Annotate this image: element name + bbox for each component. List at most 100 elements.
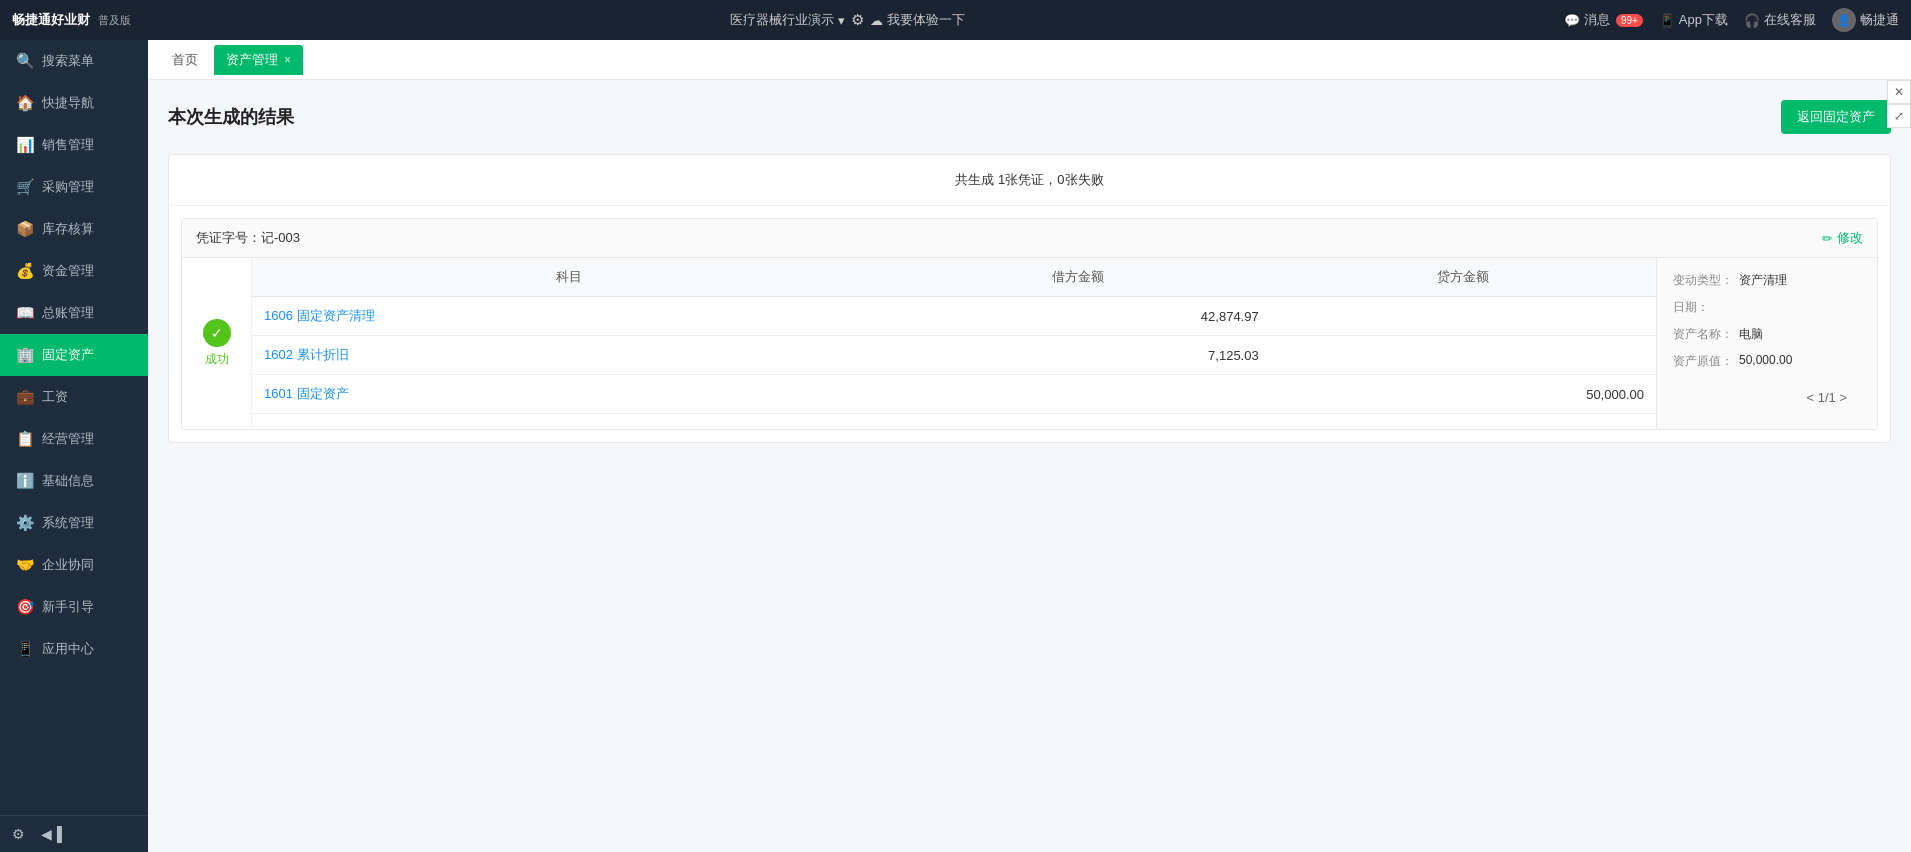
row3-debit (885, 375, 1270, 414)
sidebar-item-operations[interactable]: 📋 经营管理 (0, 418, 148, 460)
tab-assets[interactable]: 资产管理 × (214, 45, 303, 75)
sidebar-label-payroll: 工资 (42, 388, 68, 406)
sidebar-item-search[interactable]: 🔍 搜索菜单 (0, 40, 148, 82)
result-summary: 共生成 1张凭证，0张失败 (169, 155, 1890, 206)
messages-button[interactable]: 💬 消息 99+ (1564, 11, 1643, 29)
voucher-table: 科目 借方金额 贷方金额 1606 固定资产清理 42,874. (252, 258, 1657, 429)
voucher-section: 凭证字号：记-003 ✏ 修改 ✓ (181, 218, 1878, 430)
sidebar-item-payroll[interactable]: 💼 工资 (0, 376, 148, 418)
tab-close-icon[interactable]: × (284, 53, 291, 67)
table-row: 1601 固定资产 50,000.00 (252, 375, 1656, 414)
basic-info-icon: ℹ️ (16, 472, 34, 490)
tab-home-label: 首页 (172, 52, 198, 67)
messages-badge: 99+ (1616, 14, 1643, 27)
page-content: 本次生成的结果 返回固定资产 共生成 1张凭证，0张失败 凭证字号：记-003 … (148, 80, 1911, 852)
row3-subject: 1601 固定资产 (252, 375, 885, 414)
main-layout: 🔍 搜索菜单 🏠 快捷导航 📊 销售管理 🛒 采购管理 📦 库存核算 💰 资金管… (0, 40, 1911, 852)
close-panel-button[interactable]: ✕ (1887, 80, 1911, 104)
expand-panel-button[interactable]: ⤢ (1887, 104, 1911, 128)
bottom-settings-icon[interactable]: ⚙ (12, 826, 25, 842)
trial-icon: ☁ (870, 13, 883, 28)
app-download-label: App下载 (1679, 11, 1728, 29)
detail-change-type: 变动类型： 资产清理 (1673, 272, 1861, 289)
sidebar-label-operations: 经营管理 (42, 430, 94, 448)
success-text: 成功 (205, 351, 229, 368)
fund-icon: 💰 (16, 262, 34, 280)
col-debit: 借方金额 (885, 258, 1270, 297)
asset-original-label: 资产原值： (1673, 353, 1733, 370)
voucher-detail: 变动类型： 资产清理 日期： 资产名称： 电脑 (1657, 258, 1877, 429)
inventory-icon: 📦 (16, 220, 34, 238)
sidebar-label-quick-nav: 快捷导航 (42, 94, 94, 112)
sidebar-label-fund: 资金管理 (42, 262, 94, 280)
company-selector[interactable]: 医疗器械行业演示 ▾ (730, 11, 845, 29)
sidebar-item-purchase[interactable]: 🛒 采购管理 (0, 166, 148, 208)
settings-icon[interactable]: ⚙ (851, 11, 864, 29)
return-button[interactable]: 返回固定资产 (1781, 100, 1891, 134)
asset-original-value: 50,000.00 (1739, 353, 1792, 370)
content-area: 首页 资产管理 × 本次生成的结果 返回固定资产 共生成 1张凭证，0张失败 (148, 40, 1911, 852)
prev-page-icon[interactable]: < (1807, 390, 1815, 405)
sidebar-item-basic-info[interactable]: ℹ️ 基础信息 (0, 460, 148, 502)
detail-asset-original: 资产原值： 50,000.00 (1673, 353, 1861, 370)
ledger-icon: 📖 (16, 304, 34, 322)
sidebar-item-fund[interactable]: 💰 资金管理 (0, 250, 148, 292)
voucher-number: 凭证字号：记-003 (196, 229, 300, 247)
tab-home[interactable]: 首页 (164, 51, 206, 69)
result-panel: 共生成 1张凭证，0张失败 凭证字号：记-003 ✏ 修改 (168, 154, 1891, 443)
change-type-label: 变动类型： (1673, 272, 1733, 289)
asset-name-value: 电脑 (1739, 326, 1763, 343)
asset-name-label: 资产名称： (1673, 326, 1733, 343)
avatar: 👤 (1832, 8, 1856, 32)
page-info: 1/1 (1818, 390, 1840, 405)
enterprise-icon: 🤝 (16, 556, 34, 574)
date-label: 日期： (1673, 299, 1709, 316)
guide-icon: 🎯 (16, 598, 34, 616)
success-icon: ✓ (203, 319, 231, 347)
app-download-button[interactable]: 📱 App下载 (1659, 11, 1728, 29)
row2-subject: 1602 累计折旧 (252, 336, 885, 375)
trial-button[interactable]: ☁ 我要体验一下 (870, 11, 965, 29)
next-page-icon[interactable]: > (1839, 390, 1847, 405)
search-icon: 🔍 (16, 52, 34, 70)
app-center-icon: 📱 (16, 640, 34, 658)
user-area[interactable]: 👤 畅捷通 (1832, 8, 1899, 32)
customer-service-icon: 🎧 (1744, 13, 1760, 28)
sidebar-bottom: ⚙ ◀▐ (0, 815, 148, 852)
logo-area: 畅捷通好业财 普及版 (12, 11, 131, 29)
sidebar-item-app-center[interactable]: 📱 应用中心 (0, 628, 148, 670)
app-download-icon: 📱 (1659, 13, 1675, 28)
detail-pagination: < 1/1 > (1673, 380, 1861, 415)
edit-button[interactable]: ✏ 修改 (1822, 229, 1863, 247)
sidebar-item-ledger[interactable]: 📖 总账管理 (0, 292, 148, 334)
col-subject: 科目 (252, 258, 885, 297)
sidebar-item-quick-nav[interactable]: 🏠 快捷导航 (0, 82, 148, 124)
sidebar-item-system[interactable]: ⚙️ 系统管理 (0, 502, 148, 544)
fixed-assets-icon: 🏢 (16, 346, 34, 364)
voucher-body: ✓ 成功 科目 借方金额 (182, 258, 1877, 429)
table-area: ✓ 成功 科目 借方金额 (182, 258, 1657, 429)
app-logo: 畅捷通好业财 (12, 11, 90, 29)
user-label: 畅捷通 (1860, 11, 1899, 29)
page-title-row: 本次生成的结果 返回固定资产 (168, 100, 1891, 134)
tab-assets-label: 资产管理 (226, 51, 278, 69)
sidebar-label-fixed-assets: 固定资产 (42, 346, 94, 364)
sidebar-item-sales[interactable]: 📊 销售管理 (0, 124, 148, 166)
purchase-icon: 🛒 (16, 178, 34, 196)
sidebar-label-guide: 新手引导 (42, 598, 94, 616)
sidebar-item-inventory[interactable]: 📦 库存核算 (0, 208, 148, 250)
sidebar-label-app-center: 应用中心 (42, 640, 94, 658)
voucher-header: 凭证字号：记-003 ✏ 修改 (182, 219, 1877, 258)
sidebar: 🔍 搜索菜单 🏠 快捷导航 📊 销售管理 🛒 采购管理 📦 库存核算 💰 资金管… (0, 40, 148, 852)
sidebar-item-guide[interactable]: 🎯 新手引导 (0, 586, 148, 628)
customer-service-button[interactable]: 🎧 在线客服 (1744, 11, 1816, 29)
sidebar-label-basic-info: 基础信息 (42, 472, 94, 490)
bottom-collapse-icon[interactable]: ◀▐ (41, 826, 62, 842)
row1-debit: 42,874.97 (885, 297, 1270, 336)
sidebar-item-fixed-assets[interactable]: 🏢 固定资产 (0, 334, 148, 376)
sidebar-item-enterprise[interactable]: 🤝 企业协同 (0, 544, 148, 586)
table-row: 1606 固定资产清理 42,874.97 (252, 297, 1656, 336)
sidebar-label-enterprise: 企业协同 (42, 556, 94, 574)
row1-subject: 1606 固定资产清理 (252, 297, 885, 336)
detail-date: 日期： (1673, 299, 1861, 316)
